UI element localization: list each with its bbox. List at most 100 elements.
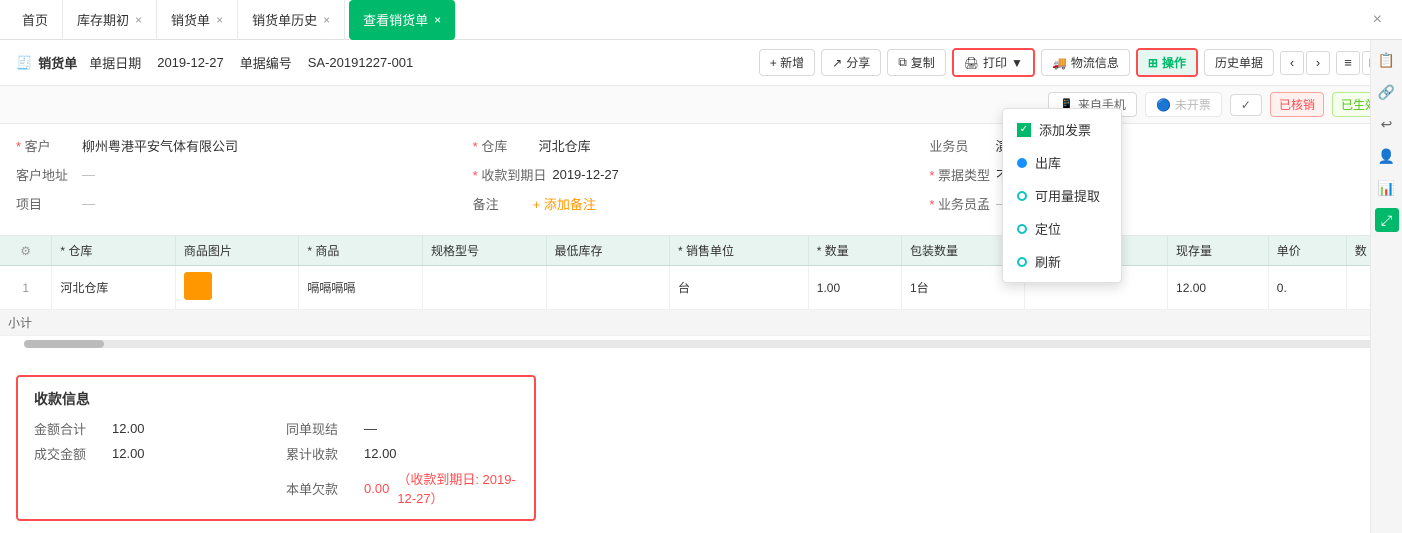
refresh-label: 刷新 xyxy=(1035,252,1061,271)
print-button[interactable]: 🖨 打印 ▼ xyxy=(952,48,1035,77)
tab-inventory-init[interactable]: 库存期初 × xyxy=(63,0,157,40)
next-button[interactable]: › xyxy=(1306,51,1330,75)
warehouse-label: 仓库 xyxy=(473,136,533,155)
not-open-ticket-button[interactable]: 🔵 未开票 xyxy=(1145,92,1222,117)
project-label: 项目 xyxy=(16,194,76,213)
tab-close-history[interactable]: × xyxy=(323,13,330,27)
tab-close-inventory[interactable]: × xyxy=(135,13,142,27)
doc-no-label: 单据编号 xyxy=(240,53,292,72)
radio-outbound-icon xyxy=(1017,158,1027,168)
right-sidebar: 📋 🔗 ↩ 👤 📊 ⤢ xyxy=(1370,40,1402,533)
outbound-label: 出库 xyxy=(1035,153,1061,172)
add-remark-button[interactable]: + 添加备注 xyxy=(533,194,596,213)
owed-value: 0.00 xyxy=(364,481,389,496)
doc-meta: 单据日期 2019-12-27 单据编号 SA-20191227-001 xyxy=(89,53,413,72)
tab-sales-history[interactable]: 销货单历史 × xyxy=(238,0,345,40)
staff-field: 业务员 演示账号 xyxy=(929,136,1386,155)
check-button-1[interactable]: ✓ xyxy=(1230,94,1262,116)
doc-date-value: 2019-12-27 xyxy=(157,55,224,70)
radio-avail-icon xyxy=(1017,191,1027,201)
table-wrapper: ⚙ * 仓库 商品图片 * 商品 规格型号 最低库存 * 销售单位 * 数量 包… xyxy=(0,235,1402,375)
customer-field: 客户 柳州粤港平安气体有限公司 xyxy=(16,136,473,155)
form-row-3: 项目 — 备注 + 添加备注 业务员孟 — xyxy=(16,194,1386,213)
row-min-stock xyxy=(546,266,670,310)
col-settings: ⚙ xyxy=(0,236,52,266)
customer-label: 客户 xyxy=(16,136,76,155)
table-row: 1 河北仓库 嗝嗝嗝嗝 台 1.00 1台 12.00 0. xyxy=(0,266,1402,310)
sidebar-icon-1[interactable]: 📋 xyxy=(1375,48,1399,72)
deal-value: 12.00 xyxy=(112,446,145,461)
summary-row-empty xyxy=(34,469,266,507)
operation-button[interactable]: ⊞ 操作 xyxy=(1136,48,1198,77)
subtotal-row: 小计 xyxy=(0,310,1402,336)
warehouse-field: 仓库 河北仓库 xyxy=(473,136,930,155)
col-spec: 规格型号 xyxy=(422,236,546,266)
share-button[interactable]: ↗ 分享 xyxy=(821,49,881,76)
window-close-button[interactable]: × xyxy=(1361,11,1394,29)
col-warehouse: * 仓库 xyxy=(52,236,176,266)
doc-date-label: 单据日期 xyxy=(89,53,141,72)
due-note: （收款到期日: 2019-12-27） xyxy=(397,469,518,507)
col-price: 单价 xyxy=(1268,236,1346,266)
doc-type-label: 销货单 xyxy=(38,53,77,72)
logistics-button[interactable]: 🚚 物流信息 xyxy=(1041,49,1130,76)
ticket-label: 票据类型 xyxy=(929,165,990,184)
horizontal-scrollbar[interactable] xyxy=(24,340,1378,348)
tab-sales-order[interactable]: 销货单 × xyxy=(157,0,238,40)
tab-close-sales[interactable]: × xyxy=(216,13,223,27)
history-button[interactable]: 历史单据 xyxy=(1204,49,1274,76)
project-field: 项目 — xyxy=(16,194,473,213)
summary-title: 收款信息 xyxy=(34,389,518,409)
due-date-value: 2019-12-27 xyxy=(552,167,619,182)
remark-label: 备注 xyxy=(473,194,533,213)
summary-row-total: 金额合计 12.00 xyxy=(34,419,266,438)
ticket-field: 票据类型 不开票 xyxy=(929,165,1386,184)
sidebar-icon-5[interactable]: 📊 xyxy=(1375,176,1399,200)
customer-value: 柳州粤港平安气体有限公司 xyxy=(82,136,238,155)
new-button[interactable]: + 新增 xyxy=(759,49,815,76)
row-product: 嗝嗝嗝嗝 xyxy=(299,266,423,310)
summary-row-settlement: 同单现结 — xyxy=(286,419,518,438)
doc-title: 🧾 销货单 xyxy=(16,53,77,72)
tab-home[interactable]: 首页 xyxy=(8,0,63,40)
prev-button[interactable]: ‹ xyxy=(1280,51,1304,75)
tab-close-view[interactable]: × xyxy=(434,13,441,27)
col-product: * 商品 xyxy=(299,236,423,266)
doc-no-value: SA-20191227-001 xyxy=(308,55,414,70)
logistics-icon: 🚚 xyxy=(1052,56,1067,70)
sidebar-icon-2[interactable]: 🔗 xyxy=(1375,80,1399,104)
sidebar-icon-expand[interactable]: ⤢ xyxy=(1375,208,1399,232)
row-spec xyxy=(422,266,546,310)
sidebar-icon-3[interactable]: ↩ xyxy=(1375,112,1399,136)
scrollbar-thumb[interactable] xyxy=(24,340,104,348)
operation-icon: ⊞ xyxy=(1148,56,1158,70)
doc-type-icon: 🧾 xyxy=(16,55,32,71)
print-icon: 🖨 xyxy=(964,56,979,70)
total-value: 12.00 xyxy=(112,421,145,436)
owed-label: 本单欠款 xyxy=(286,479,356,498)
action-bar: 📱 来自手机 🔵 未开票 ✓ 已核销 已生效 xyxy=(0,86,1402,124)
dropdown-outbound[interactable]: 出库 xyxy=(1003,146,1121,179)
tab-view-sales[interactable]: 查看销货单 × xyxy=(349,0,456,40)
row-price: 0. xyxy=(1268,266,1346,310)
dropdown-avail-extract[interactable]: 可用量提取 xyxy=(1003,179,1121,212)
check-icon-1: ✓ xyxy=(1241,98,1251,112)
main-area: 🧾 销货单 单据日期 2019-12-27 单据编号 SA-20191227-0… xyxy=(0,40,1402,533)
items-table: ⚙ * 仓库 商品图片 * 商品 规格型号 最低库存 * 销售单位 * 数量 包… xyxy=(0,236,1402,336)
form-row-1: 客户 柳州粤港平安气体有限公司 仓库 河北仓库 业务员 演示账号 xyxy=(16,136,1386,155)
dropdown-locate[interactable]: 定位 xyxy=(1003,212,1121,245)
due-date-label: 收款到期日 xyxy=(473,165,547,184)
collected-label: 累计收款 xyxy=(286,444,356,463)
sidebar-icon-4[interactable]: 👤 xyxy=(1375,144,1399,168)
ticket-icon: 🔵 xyxy=(1156,98,1171,112)
dropdown-refresh[interactable]: 刷新 xyxy=(1003,245,1121,278)
col-stock: 现存量 xyxy=(1168,236,1269,266)
address-label: 客户地址 xyxy=(16,165,76,184)
copy-button[interactable]: ⧉ 复制 xyxy=(887,49,946,76)
dropdown-add-invoice[interactable]: ✓ 添加发票 xyxy=(1003,113,1121,146)
summary-grid: 金额合计 12.00 同单现结 — 成交金额 12.00 累计收款 12.00 xyxy=(34,419,518,507)
row-qty: 1.00 xyxy=(808,266,901,310)
locate-label: 定位 xyxy=(1035,219,1061,238)
list-view-button[interactable]: ≡ xyxy=(1336,51,1360,75)
settlement-label: 同单现结 xyxy=(286,419,356,438)
